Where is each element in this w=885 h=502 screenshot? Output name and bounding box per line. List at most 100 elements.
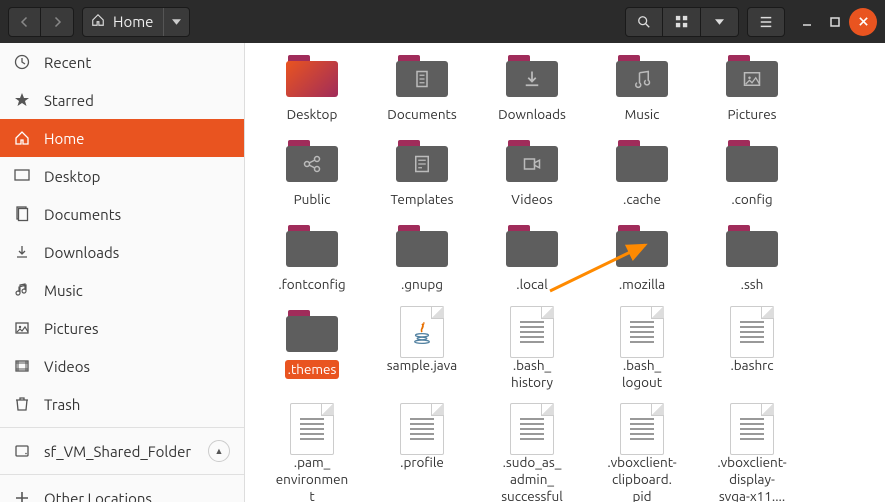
eject-button[interactable]: ▲: [208, 440, 230, 462]
file-item[interactable]: .local: [477, 225, 587, 294]
sidebar-other-locations[interactable]: Other Locations: [0, 479, 244, 502]
file-item[interactable]: Pictures: [697, 55, 807, 124]
file-item[interactable]: Documents: [367, 55, 477, 124]
music-icon: [14, 282, 30, 298]
home-icon: [83, 13, 113, 30]
file-item[interactable]: .ssh: [697, 225, 807, 294]
sidebar-item-label: Pictures: [44, 320, 99, 337]
file-item[interactable]: .vboxclient-clipboard.pid: [587, 407, 697, 502]
file-label: Templates: [388, 190, 457, 209]
view-list-button[interactable]: [663, 7, 701, 37]
hamburger-icon: [759, 15, 773, 29]
sidebar-item-documents[interactable]: Documents: [0, 195, 244, 233]
sidebar-item-label: Downloads: [44, 244, 119, 261]
minimize-icon: [801, 16, 813, 28]
sidebar-item-label: Desktop: [44, 168, 100, 185]
file-label: .profile: [397, 453, 447, 472]
caret-down-icon: [172, 19, 181, 25]
sidebar-item-home[interactable]: Home: [0, 119, 244, 157]
maximize-button[interactable]: [821, 8, 849, 36]
file-item[interactable]: .sudo_as_admin_successful: [477, 407, 587, 502]
back-button[interactable]: [8, 7, 41, 37]
sidebar-item-recent[interactable]: Recent: [0, 43, 244, 81]
file-item[interactable]: .fontconfig: [257, 225, 367, 294]
file-item[interactable]: Music: [587, 55, 697, 124]
chevron-left-icon: [19, 16, 31, 28]
minimize-button[interactable]: [793, 8, 821, 36]
sidebar-mount-sf-vm[interactable]: sf_VM_Shared_Folder ▲: [0, 432, 244, 470]
file-label: .cache: [620, 190, 664, 209]
header-right: [625, 7, 885, 37]
plus-icon: [14, 490, 30, 502]
file-item[interactable]: .bash_history: [477, 310, 587, 392]
chevron-right-icon: [51, 16, 63, 28]
sidebar-item-desktop[interactable]: Desktop: [0, 157, 244, 195]
file-label: .pam_environment: [273, 453, 352, 502]
file-item[interactable]: .gnupg: [367, 225, 477, 294]
folder-icon: [616, 225, 668, 267]
folder-icon: [726, 225, 778, 267]
disk-icon: [14, 443, 30, 459]
videos-icon: [14, 358, 30, 374]
documents-icon: [14, 206, 30, 222]
hamburger-button[interactable]: [747, 7, 785, 37]
text-file-icon: [620, 306, 664, 358]
file-item[interactable]: Downloads: [477, 55, 587, 124]
maximize-icon: [829, 16, 841, 28]
file-item[interactable]: .config: [697, 140, 807, 209]
path-bar[interactable]: Home: [82, 7, 190, 37]
close-button[interactable]: [849, 8, 877, 36]
text-file-icon: [730, 403, 774, 455]
file-item[interactable]: Videos: [477, 140, 587, 209]
file-item[interactable]: .bashrc: [697, 310, 807, 392]
sidebar-item-label: sf_VM_Shared_Folder: [44, 443, 191, 460]
file-label: .vboxclient-clipboard.pid: [604, 453, 679, 502]
search-button[interactable]: [625, 7, 663, 37]
file-label: .vboxclient-display-svga-x11....: [714, 453, 789, 502]
folder-icon: [506, 225, 558, 267]
file-item[interactable]: .themes: [257, 310, 367, 392]
sidebar-item-downloads[interactable]: Downloads: [0, 233, 244, 271]
file-item[interactable]: .profile: [367, 407, 477, 502]
java-file-icon: [400, 306, 444, 358]
sidebar-item-label: Recent: [44, 54, 91, 71]
nav-group: [8, 7, 74, 37]
folder-icon: [616, 55, 668, 97]
sidebar-item-pictures[interactable]: Pictures: [0, 309, 244, 347]
file-item[interactable]: .cache: [587, 140, 697, 209]
file-label: Documents: [384, 105, 459, 124]
file-item[interactable]: Desktop: [257, 55, 367, 124]
sidebar-item-label: Home: [44, 130, 84, 147]
file-label: sample.java: [384, 356, 460, 375]
folder-icon: [506, 140, 558, 182]
file-label: .themes: [285, 360, 340, 379]
folder-icon: [396, 140, 448, 182]
sidebar-item-trash[interactable]: Trash: [0, 385, 244, 423]
text-file-icon: [510, 306, 554, 358]
folder-icon: [286, 140, 338, 182]
file-item[interactable]: .pam_environment: [257, 407, 367, 502]
path-dropdown[interactable]: [163, 8, 189, 36]
content-area[interactable]: Desktop Documents Downloads Music Pictures Pu…: [245, 43, 885, 502]
file-label: Music: [622, 105, 663, 124]
folder-icon: [396, 55, 448, 97]
file-item[interactable]: Public: [257, 140, 367, 209]
file-item[interactable]: .vboxclient-display-svga-x11....: [697, 407, 807, 502]
file-item[interactable]: Templates: [367, 140, 477, 209]
file-label: Pictures: [724, 105, 779, 124]
file-label: .gnupg: [398, 275, 446, 294]
view-dropdown-button[interactable]: [701, 7, 739, 37]
sidebar-item-music[interactable]: Music: [0, 271, 244, 309]
file-label: .mozilla: [616, 275, 668, 294]
forward-button[interactable]: [41, 7, 74, 37]
file-item[interactable]: sample.java: [367, 310, 477, 392]
text-file-icon: [730, 306, 774, 358]
sidebar-item-videos[interactable]: Videos: [0, 347, 244, 385]
sidebar-item-starred[interactable]: Starred: [0, 81, 244, 119]
file-item[interactable]: .bash_logout: [587, 310, 697, 392]
file-label: .bash_logout: [619, 356, 665, 392]
folder-icon: [286, 55, 338, 97]
text-file-icon: [290, 403, 334, 455]
text-file-icon: [400, 403, 444, 455]
file-item[interactable]: .mozilla: [587, 225, 697, 294]
